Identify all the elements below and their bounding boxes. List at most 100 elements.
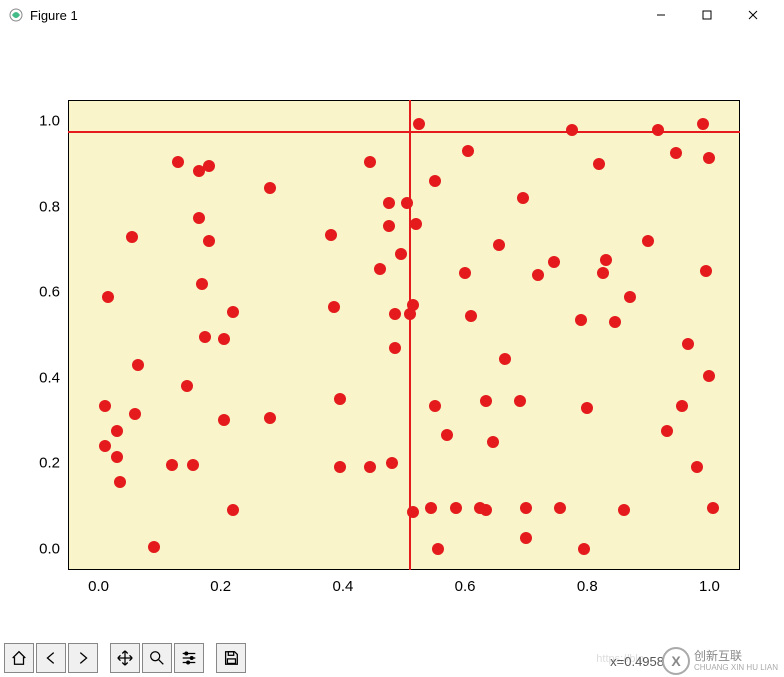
scatter-point (700, 265, 712, 277)
x-tick-label: 0.4 (332, 578, 353, 595)
brand-logo-icon: X (662, 647, 690, 675)
y-tick-label: 1.0 (39, 113, 60, 130)
scatter-point (624, 291, 636, 303)
scatter-point (166, 459, 178, 471)
y-tick-label: 0.8 (39, 198, 60, 215)
scatter-point (401, 197, 413, 209)
scatter-point (682, 338, 694, 350)
scatter-point (99, 400, 111, 412)
matplotlib-toolbar (4, 641, 246, 675)
brand-badge: X 创新互联 CHUANG XIN HU LIAN (662, 647, 778, 675)
x-tick-label: 1.0 (699, 578, 720, 595)
crosshair-horizontal (68, 131, 740, 133)
scatter-point (429, 175, 441, 187)
scatter-point (102, 291, 114, 303)
scatter-point (499, 353, 511, 365)
scatter-point (480, 504, 492, 516)
scatter-point (196, 278, 208, 290)
scatter-point (132, 359, 144, 371)
y-tick-label: 0.6 (39, 284, 60, 301)
scatter-point (578, 543, 590, 555)
scatter-point (597, 267, 609, 279)
y-tick-label: 0.4 (39, 369, 60, 386)
configure-button[interactable] (174, 643, 204, 673)
close-button[interactable] (730, 0, 776, 30)
scatter-point (99, 440, 111, 452)
scatter-point (383, 197, 395, 209)
scatter-point (364, 156, 376, 168)
scatter-point (487, 436, 499, 448)
scatter-point (517, 192, 529, 204)
x-tick-label: 0.6 (455, 578, 476, 595)
scatter-point (264, 412, 276, 424)
scatter-point (111, 425, 123, 437)
scatter-point (328, 301, 340, 313)
scatter-point (493, 239, 505, 251)
scatter-point (395, 248, 407, 260)
scatter-point (264, 182, 276, 194)
scatter-point (575, 314, 587, 326)
figure-canvas[interactable]: 0.00.20.40.60.81.00.00.20.40.60.81.0 (0, 30, 784, 640)
scatter-point (661, 425, 673, 437)
save-button[interactable] (216, 643, 246, 673)
scatter-point (410, 218, 422, 230)
y-tick-label: 0.0 (39, 540, 60, 557)
scatter-point (450, 502, 462, 514)
scatter-point (218, 333, 230, 345)
scatter-point (462, 145, 474, 157)
scatter-point (203, 235, 215, 247)
scatter-point (181, 380, 193, 392)
scatter-point (459, 267, 471, 279)
scatter-point (193, 212, 205, 224)
home-button[interactable] (4, 643, 34, 673)
scatter-point (707, 502, 719, 514)
scatter-point (364, 461, 376, 473)
scatter-point (554, 502, 566, 514)
scatter-point (581, 402, 593, 414)
titlebar: Figure 1 (0, 0, 784, 30)
x-tick-label: 0.8 (577, 578, 598, 595)
scatter-point (407, 506, 419, 518)
brand-name: 创新互联 (694, 650, 778, 663)
scatter-point (389, 342, 401, 354)
scatter-point (441, 429, 453, 441)
scatter-point (465, 310, 477, 322)
scatter-point (172, 156, 184, 168)
scatter-point (532, 269, 544, 281)
x-tick-label: 0.0 (88, 578, 109, 595)
scatter-point (642, 235, 654, 247)
brand-sub: CHUANG XIN HU LIAN (694, 663, 778, 672)
maximize-button[interactable] (684, 0, 730, 30)
scatter-point (325, 229, 337, 241)
pan-button[interactable] (110, 643, 140, 673)
scatter-point (670, 147, 682, 159)
scatter-point (203, 160, 215, 172)
cursor-status: x=0.4958 (610, 654, 664, 669)
y-tick-label: 0.2 (39, 455, 60, 472)
scatter-point (703, 370, 715, 382)
scatter-point (114, 476, 126, 488)
scatter-point (703, 152, 715, 164)
scatter-point (129, 408, 141, 420)
scatter-point (148, 541, 160, 553)
minimize-button[interactable] (638, 0, 684, 30)
scatter-point (548, 256, 560, 268)
scatter-point (227, 504, 239, 516)
scatter-point (407, 299, 419, 311)
back-button[interactable] (36, 643, 66, 673)
scatter-point (199, 331, 211, 343)
forward-button[interactable] (68, 643, 98, 673)
scatter-point (432, 543, 444, 555)
scatter-point (480, 395, 492, 407)
scatter-point (691, 461, 703, 473)
scatter-point (334, 461, 346, 473)
scatter-point (566, 124, 578, 136)
zoom-button[interactable] (142, 643, 172, 673)
scatter-point (383, 220, 395, 232)
scatter-point (520, 502, 532, 514)
scatter-point (413, 118, 425, 130)
window-title: Figure 1 (30, 8, 78, 23)
scatter-point (609, 316, 621, 328)
scatter-point (187, 459, 199, 471)
scatter-point (227, 306, 239, 318)
